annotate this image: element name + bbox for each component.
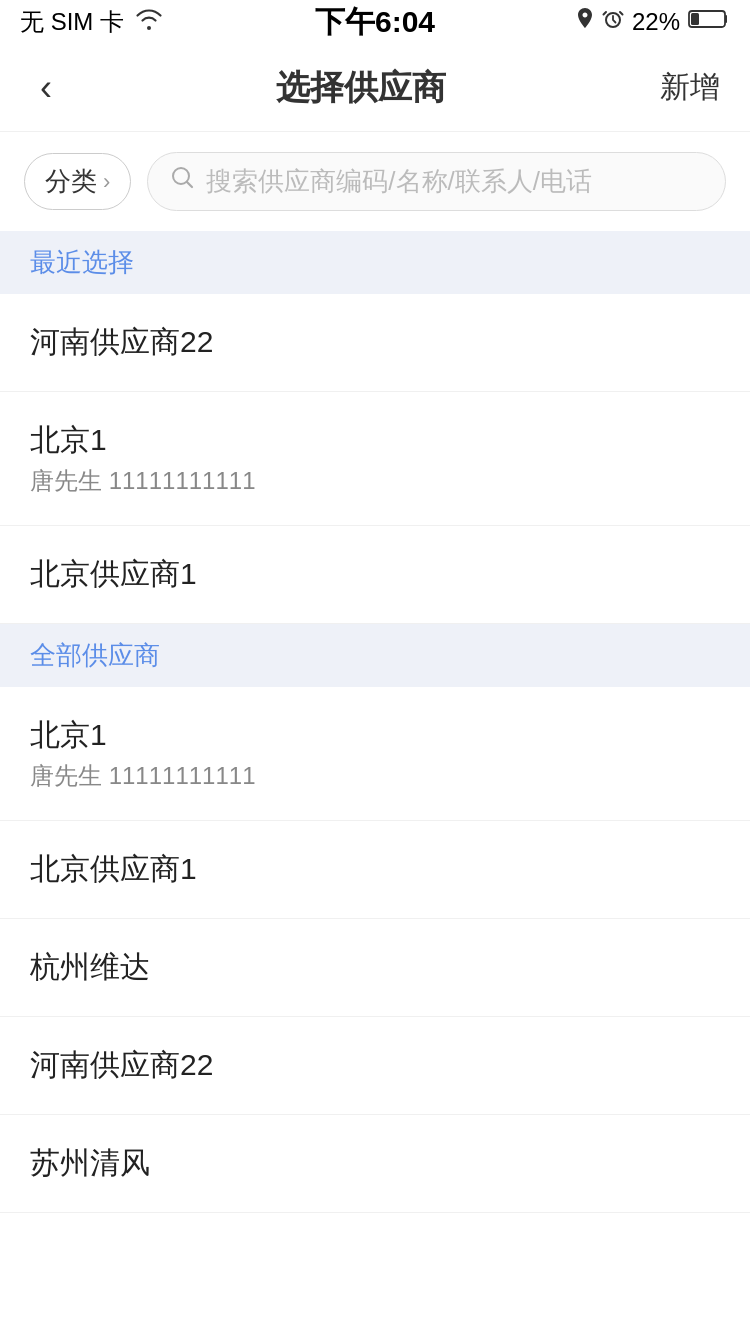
list-item[interactable]: 河南供应商22 xyxy=(0,294,750,392)
svg-rect-2 xyxy=(691,13,699,25)
list-item[interactable]: 北京供应商1 xyxy=(0,821,750,919)
item-name: 杭州维达 xyxy=(30,947,720,988)
add-button[interactable]: 新增 xyxy=(660,67,720,108)
item-name: 苏州清风 xyxy=(30,1143,720,1184)
location-icon xyxy=(576,8,594,36)
item-name: 河南供应商22 xyxy=(30,322,720,363)
item-name: 河南供应商22 xyxy=(30,1045,720,1086)
list-item[interactable]: 苏州清风 xyxy=(0,1115,750,1213)
carrier-text: 无 SIM 卡 xyxy=(20,6,124,38)
back-button[interactable]: ‹ xyxy=(30,57,62,119)
item-name: 北京供应商1 xyxy=(30,849,720,890)
battery-icon xyxy=(688,8,730,36)
status-right: 22% xyxy=(576,8,730,36)
list-item[interactable]: 河南供应商22 xyxy=(0,1017,750,1115)
item-name: 北京供应商1 xyxy=(30,554,720,595)
item-sub: 唐先生 11111111111 xyxy=(30,760,720,792)
status-time: 下午6:04 xyxy=(315,2,435,43)
item-name: 北京1 xyxy=(30,420,720,461)
filter-bar: 分类 › xyxy=(0,132,750,231)
list-item[interactable]: 杭州维达 xyxy=(0,919,750,1017)
alarm-icon xyxy=(602,8,624,36)
search-box xyxy=(147,152,726,211)
category-button[interactable]: 分类 › xyxy=(24,153,131,210)
item-sub: 唐先生 11111111111 xyxy=(30,465,720,497)
list-item[interactable]: 北京1 唐先生 11111111111 xyxy=(0,687,750,821)
search-input[interactable] xyxy=(206,166,703,197)
item-name: 北京1 xyxy=(30,715,720,756)
status-left: 无 SIM 卡 xyxy=(20,6,164,38)
status-bar: 无 SIM 卡 下午6:04 22% xyxy=(0,0,750,44)
category-label: 分类 xyxy=(45,164,97,199)
recent-section-label: 最近选择 xyxy=(30,247,134,277)
list-item[interactable]: 北京1 唐先生 11111111111 xyxy=(0,392,750,526)
page-title: 选择供应商 xyxy=(276,65,446,111)
chevron-right-icon: › xyxy=(103,169,110,195)
search-icon xyxy=(170,165,196,198)
recent-items-list: 河南供应商22 北京1 唐先生 11111111111 北京供应商1 xyxy=(0,294,750,624)
list-item[interactable]: 北京供应商1 xyxy=(0,526,750,624)
all-items-list: 北京1 唐先生 11111111111 北京供应商1 杭州维达 河南供应商22 … xyxy=(0,687,750,1213)
all-section-label: 全部供应商 xyxy=(30,640,160,670)
nav-bar: ‹ 选择供应商 新增 xyxy=(0,44,750,132)
wifi-icon xyxy=(134,8,164,36)
recent-section-header: 最近选择 xyxy=(0,231,750,294)
all-section-header: 全部供应商 xyxy=(0,624,750,687)
battery-text: 22% xyxy=(632,8,680,36)
